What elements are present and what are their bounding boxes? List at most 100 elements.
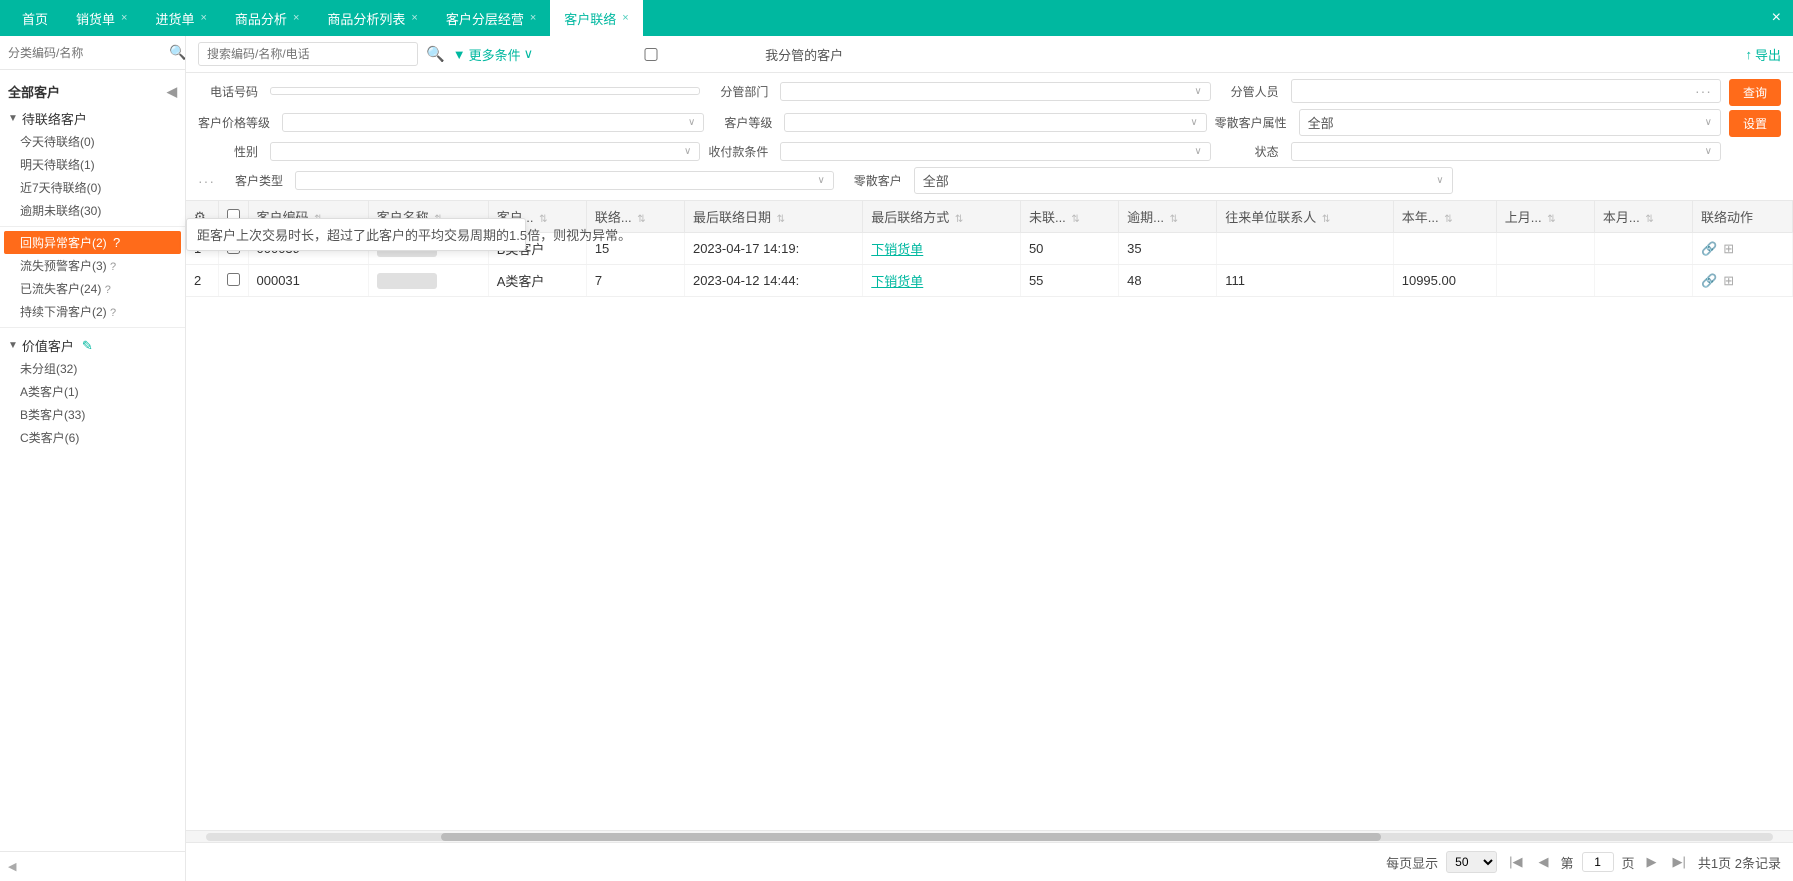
row2-checkbox[interactable] <box>218 265 248 297</box>
row2-name <box>368 265 488 297</box>
row2-last-method[interactable]: 下销货单 <box>863 265 1021 297</box>
page-label-suffix: 页 <box>1622 853 1635 872</box>
gender-field[interactable]: ∨ <box>270 142 700 161</box>
nav-close-customer-contact[interactable]: × <box>622 12 628 24</box>
nav-close-product-analysis-list[interactable]: × <box>411 12 417 24</box>
sidebar-item-class-c[interactable]: C类客户(6) <box>0 426 185 449</box>
nav-sales-order[interactable]: 销货单 × <box>62 0 141 36</box>
row1-action: 🔗 ⊞ <box>1693 233 1793 265</box>
sidebar-item-class-b[interactable]: B类客户(33) <box>0 403 185 426</box>
person-label: 分管人员 <box>1219 83 1279 100</box>
filter-expand-dots[interactable]: ··· <box>198 173 215 189</box>
filter-row-4: ··· 客户类型 ∨ 零散客户 全部 ∨ <box>198 167 1721 194</box>
nav-close-customer-segmentation[interactable]: × <box>530 12 536 24</box>
sidebar-item-churn-warning[interactable]: 流失预警客户(3) ? <box>0 254 185 277</box>
sidebar-item-declining[interactable]: 持续下滑客户(2) ? <box>0 300 185 323</box>
sort-grade-icon[interactable]: ⇅ <box>539 214 547 225</box>
sort-uncontacted-icon[interactable]: ⇅ <box>1071 214 1079 225</box>
retail-attr-field[interactable]: 全部 ∨ <box>1299 109 1721 136</box>
nav-close-sales-order[interactable]: × <box>121 12 127 24</box>
dept-field[interactable]: ∨ <box>780 82 1210 101</box>
chevron-down-icon: ∨ <box>524 46 534 62</box>
sidebar-search-icon: 🔍 <box>169 44 186 61</box>
sort-unit-contact-icon[interactable]: ⇅ <box>1322 214 1330 225</box>
customer-type-field[interactable]: ∨ <box>295 171 834 190</box>
price-grade-field[interactable]: ∨ <box>282 113 704 132</box>
sidebar-item-class-a[interactable]: A类客户(1) <box>0 380 185 403</box>
table-row: 2 000031 A类客户 7 2023-04-12 14:44: 下销货单 5… <box>186 265 1793 297</box>
payment-field[interactable]: ∨ <box>780 142 1210 161</box>
sidebar-content: 全部客户 ◀ ▼ 待联络客户 今天待联络(0) 明天待联络(1) 近7天待联络(… <box>0 70 185 851</box>
first-page-button[interactable]: |◀ <box>1505 852 1526 872</box>
phone-field[interactable] <box>270 87 700 95</box>
row1-action-icon1[interactable]: 🔗 <box>1701 241 1717 257</box>
table-scroll-area[interactable]: ⚙ 客户编码 ⇅ 客户名称 ⇅ <box>186 201 1793 830</box>
row2-action: 🔗 ⊞ <box>1693 265 1793 297</box>
filter-row-3: 性别 ∨ 收付款条件 ∨ 状态 ∨ <box>198 142 1721 161</box>
retail-customer-label: 零散客户 <box>842 172 902 189</box>
row2-action-icon2[interactable]: ⊞ <box>1723 273 1734 289</box>
row1-this-month <box>1594 233 1692 265</box>
nav-product-analysis[interactable]: 商品分析 × <box>221 0 313 36</box>
settings-button[interactable]: 设置 <box>1729 110 1781 137</box>
sidebar-item-churned[interactable]: 已流失客户(24) ? <box>0 277 185 300</box>
sidebar-collapse-btn[interactable]: ◀ <box>8 860 16 873</box>
edit-value-customers-icon[interactable]: ✎ <box>82 338 93 354</box>
sidebar-all-customers-header[interactable]: 全部客户 ◀ <box>0 78 185 105</box>
nav-close-purchase-order[interactable]: × <box>200 12 206 24</box>
page-number-input[interactable] <box>1582 852 1614 872</box>
retail-customer-field[interactable]: 全部 ∨ <box>914 167 1453 194</box>
sidebar-search-bar: 🔍 <box>0 36 185 70</box>
sort-overdue-icon[interactable]: ⇅ <box>1170 214 1178 225</box>
person-field[interactable]: ··· <box>1291 79 1721 103</box>
search-input[interactable] <box>198 42 418 66</box>
sidebar-item-tomorrow[interactable]: 明天待联络(1) <box>0 153 185 176</box>
sort-this-month-icon[interactable]: ⇅ <box>1645 214 1653 225</box>
retail-attr-label: 零散客户属性 <box>1215 114 1287 131</box>
nav-customer-contact[interactable]: 客户联络 × <box>550 0 642 36</box>
col-uncontacted: 未联... ⇅ <box>1020 201 1118 233</box>
row1-last-month <box>1496 233 1594 265</box>
sidebar-item-overdue[interactable]: 逾期未联络(30) <box>0 199 185 222</box>
sidebar-item-7days[interactable]: 近7天待联络(0) <box>0 176 185 199</box>
person-dots[interactable]: ··· <box>1695 83 1712 99</box>
sort-last-method-icon[interactable]: ⇅ <box>955 214 963 225</box>
sidebar-item-ungroups[interactable]: 未分组(32) <box>0 357 185 380</box>
horizontal-scrollbar[interactable] <box>186 830 1793 842</box>
sidebar-section-pending-contact[interactable]: ▼ 待联络客户 <box>0 105 185 130</box>
status-field[interactable]: ∨ <box>1291 142 1721 161</box>
nav-home[interactable]: 首页 <box>8 0 62 36</box>
per-page-select[interactable]: 50 100 200 <box>1446 851 1497 873</box>
sidebar-item-abnormal-repurchase[interactable]: 回购异常客户(2) ? <box>4 231 181 254</box>
search-button[interactable]: 🔍 <box>426 45 445 63</box>
nav-customer-segmentation[interactable]: 客户分层经营 × <box>432 0 550 36</box>
col-this-month: 本月... ⇅ <box>1594 201 1692 233</box>
query-button[interactable]: 查询 <box>1729 79 1781 106</box>
my-customers-checkbox[interactable] <box>541 48 761 61</box>
sort-last-date-icon[interactable]: ⇅ <box>777 214 785 225</box>
nav-purchase-order[interactable]: 进货单 × <box>141 0 220 36</box>
prev-page-button[interactable]: ◀ <box>1535 852 1553 872</box>
close-all-tabs[interactable]: × <box>1772 9 1781 27</box>
more-conditions-button[interactable]: ▼ 更多条件 ∨ <box>453 45 533 64</box>
export-button[interactable]: ↑ 导出 <box>1745 45 1781 64</box>
nav-product-analysis-list[interactable]: 商品分析列表 × <box>313 0 431 36</box>
row2-last-month <box>1496 265 1594 297</box>
row2-action-icon1[interactable]: 🔗 <box>1701 273 1717 289</box>
customer-grade-field[interactable]: ∨ <box>784 113 1206 132</box>
sort-last-month-icon[interactable]: ⇅ <box>1547 214 1555 225</box>
next-page-button[interactable]: ▶ <box>1643 852 1661 872</box>
sidebar-search-input[interactable] <box>8 46 163 60</box>
sidebar-item-today[interactable]: 今天待联络(0) <box>0 130 185 153</box>
sidebar-section-value-customers[interactable]: ▼ 价值客户 ✎ <box>0 332 185 357</box>
row1-action-icon2[interactable]: ⊞ <box>1723 241 1734 257</box>
last-page-button[interactable]: ▶| <box>1669 852 1690 872</box>
row1-last-method[interactable]: 下销货单 <box>863 233 1021 265</box>
filter-bar: 🔍 ▼ 更多条件 ∨ 我分管的客户 ↑ 导出 <box>186 36 1793 73</box>
nav-close-product-analysis[interactable]: × <box>293 12 299 24</box>
sort-this-year-icon[interactable]: ⇅ <box>1444 214 1452 225</box>
col-action: 联络动作 <box>1693 201 1793 233</box>
sort-contact-icon[interactable]: ⇅ <box>637 214 645 225</box>
my-customers-filter[interactable]: 我分管的客户 <box>541 45 843 64</box>
top-navigation: 首页 销货单 × 进货单 × 商品分析 × 商品分析列表 × 客户分层经营 × … <box>0 0 1793 36</box>
